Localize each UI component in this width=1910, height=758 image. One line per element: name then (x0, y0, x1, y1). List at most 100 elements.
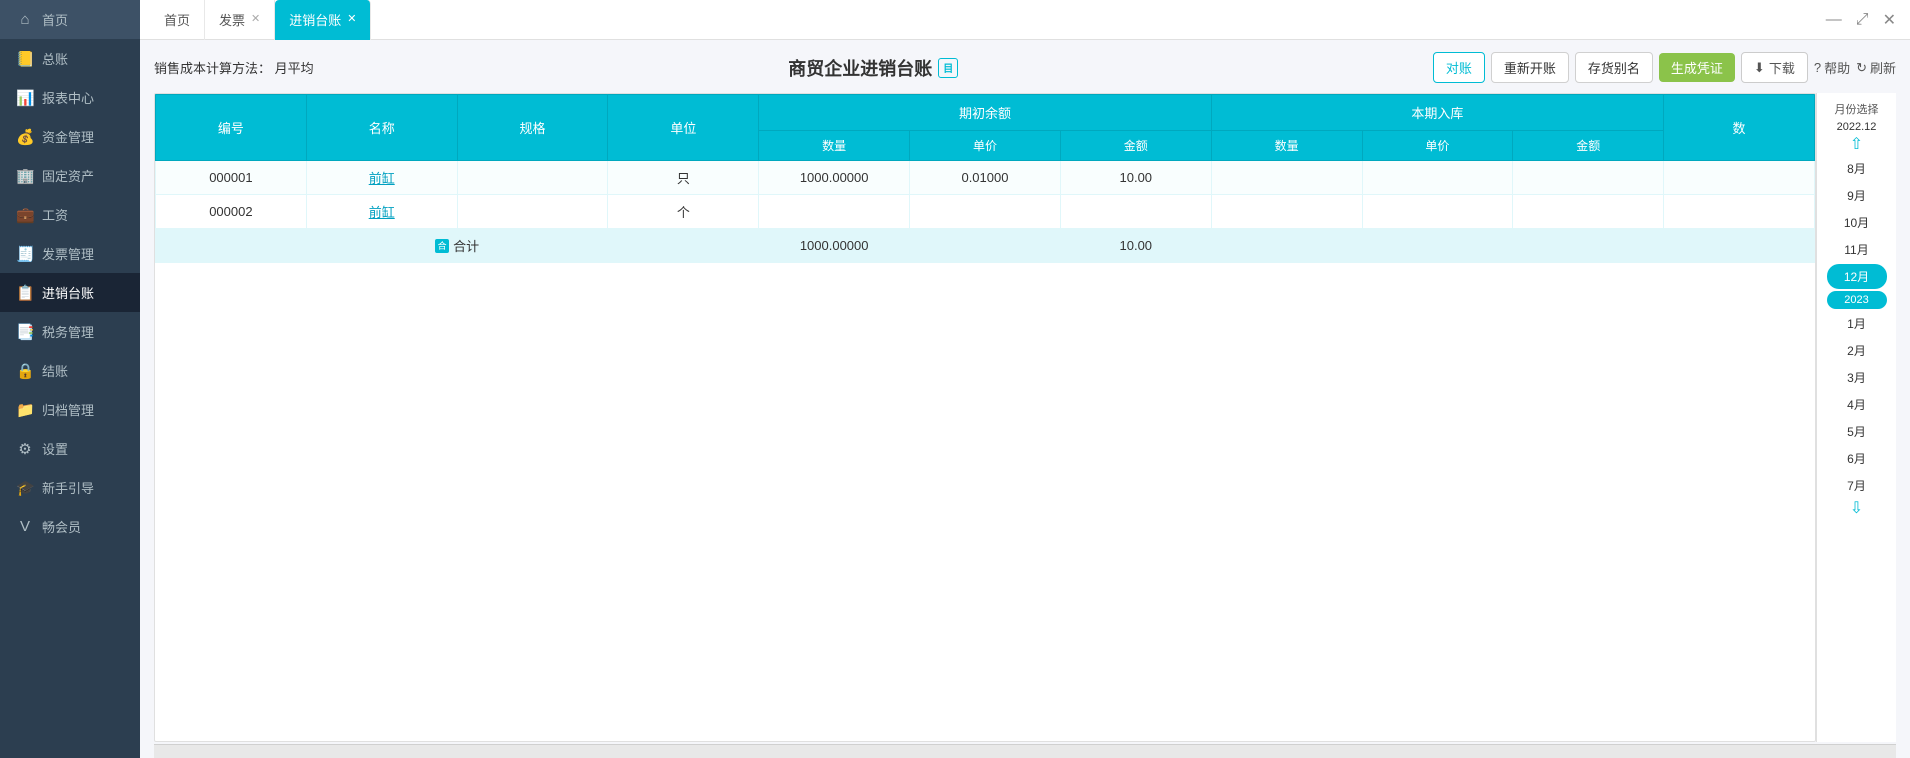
tab-label-purchase-sales-tab: 进销台账 (289, 10, 341, 29)
sidebar-item-home[interactable]: ⌂首页 (0, 0, 140, 39)
month-item-5月[interactable]: 5月 (1827, 419, 1887, 444)
scroll-down-btn[interactable]: ⇩ (1850, 499, 1863, 519)
title-info-icon[interactable]: 目 (938, 58, 958, 78)
sidebar-item-invoice-mgmt[interactable]: 🧾 发票管理 (0, 234, 140, 273)
month-item-2月[interactable]: 2月 (1827, 338, 1887, 363)
col-open-qty: 数量 (759, 131, 910, 161)
table-wrapper: 编号 名称 规格 单位 期初余额 本期入库 数 数量 单价 (154, 93, 1816, 742)
download-button[interactable]: ⬇下载 (1741, 52, 1808, 83)
sidebar-item-wages[interactable]: 💼工资 (0, 195, 140, 234)
sidebar-icon-close: 🔒 (16, 362, 34, 380)
save-alias-button[interactable]: 存货别名 (1575, 52, 1653, 83)
sidebar-label-tax: 税务管理 (42, 322, 94, 341)
sidebar-item-purchase-sales[interactable]: 📋进销台账 (0, 273, 140, 312)
sidebar-icon-purchase-sales: 📋 (16, 284, 34, 302)
reset-button[interactable]: 重新开账 (1491, 52, 1569, 83)
sidebar-item-tax[interactable]: 📑 税务管理 (0, 312, 140, 351)
sidebar-label-invoice-mgmt: 发票管理 (42, 244, 94, 263)
col-in-price: 单价 (1362, 131, 1513, 161)
sidebar-label-archive: 归档管理 (42, 400, 94, 419)
col-spec: 规格 (457, 95, 608, 161)
sidebar-label-ledger: 总账 (42, 49, 68, 68)
page-content: 销售成本计算方法： 月平均 商贸企业进销台账 目 对账重新开账存货别名生成凭证⬇… (140, 40, 1910, 758)
cell-in-qty (1211, 195, 1362, 229)
col-extra: 数 (1664, 95, 1815, 161)
content-area: 销售成本计算方法： 月平均 商贸企业进销台账 目 对账重新开账存货别名生成凭证⬇… (140, 40, 1910, 758)
month-item-4月[interactable]: 4月 (1827, 392, 1887, 417)
sidebar-item-settings[interactable]: ⚙ 设置 (0, 429, 140, 468)
col-open-price: 单价 (910, 131, 1061, 161)
tab-invoice-tab[interactable]: 发票 ✕ (205, 0, 275, 40)
table-row: 000001 前缸 只 1000.00000 0.01000 10.00 (156, 161, 1815, 195)
sidebar-item-ledger[interactable]: 📒 总账 (0, 39, 140, 78)
year-badge-2023: 2023 (1827, 291, 1887, 309)
total-open-price (910, 229, 1061, 263)
close-button[interactable]: ✕ (1879, 6, 1900, 34)
year-label-2022: 2022.12 (1837, 119, 1877, 135)
help-button[interactable]: ?帮助 (1814, 58, 1850, 77)
sidebar-icon-archive: 📁 (16, 401, 34, 419)
duizhang-button[interactable]: 对账 (1433, 52, 1485, 83)
month-item-6月[interactable]: 6月 (1827, 446, 1887, 471)
sidebar-item-assets[interactable]: 🏢 固定资产 (0, 156, 140, 195)
month-item-11月[interactable]: 11月 (1827, 237, 1887, 262)
month-item-12月[interactable]: 12月 (1827, 264, 1887, 289)
cell-name[interactable]: 前缸 (306, 195, 457, 229)
cell-code: 000002 (156, 195, 307, 229)
tab-label-home-tab: 首页 (164, 10, 190, 29)
total-open-qty: 1000.00000 (759, 229, 910, 263)
sidebar-item-funds[interactable]: 💰 资金管理 (0, 117, 140, 156)
sidebar-icon-assets: 🏢 (16, 167, 34, 185)
month-item-8月[interactable]: 8月 (1827, 156, 1887, 181)
total-in-price (1362, 229, 1513, 263)
sidebar-icon-funds: 💰 (16, 128, 34, 146)
tab-close-invoice-tab[interactable]: ✕ (251, 14, 260, 25)
maximize-button[interactable]: ⤢ (1852, 6, 1873, 34)
tab-home-tab[interactable]: 首页 (150, 0, 205, 40)
sidebar-label-funds: 资金管理 (42, 127, 94, 146)
sidebar-item-reports[interactable]: 📊 报表中心 (0, 78, 140, 117)
month-item-1月[interactable]: 1月 (1827, 311, 1887, 336)
scroll-up-btn[interactable]: ⇧ (1850, 135, 1863, 155)
tab-close-purchase-sales-tab[interactable]: ✕ (347, 14, 356, 25)
sidebar-item-member[interactable]: V畅会员 (0, 507, 140, 546)
cell-in-amount (1513, 195, 1664, 229)
generate-voucher-button[interactable]: 生成凭证 (1659, 53, 1735, 82)
total-label-cell: 合 合计 (156, 229, 759, 263)
refresh-button[interactable]: ↻刷新 (1856, 58, 1896, 77)
month-item-10月[interactable]: 10月 (1827, 210, 1887, 235)
action-buttons: 对账重新开账存货别名生成凭证⬇下载 ?帮助 ↻刷新 (1433, 52, 1896, 83)
sidebar-icon-tax: 📑 (16, 323, 34, 341)
sidebar-label-assets: 固定资产 (42, 166, 94, 185)
sidebar-item-guide[interactable]: 🎓 新手引导 (0, 468, 140, 507)
cell-open-amount (1060, 195, 1211, 229)
tab-purchase-sales-tab[interactable]: 进销台账 ✕ (275, 0, 371, 40)
sidebar-icon-guide: 🎓 (16, 479, 34, 497)
sidebar-icon-ledger: 📒 (16, 50, 34, 68)
sidebar-icon-invoice-mgmt: 🧾 (16, 245, 34, 263)
table-row: 000002 前缸 个 (156, 195, 1815, 229)
minimize-button[interactable]: — (1822, 6, 1846, 34)
bottom-scrollbar[interactable] (154, 744, 1896, 758)
col-inbound: 本期入库 (1211, 95, 1663, 131)
sidebar-icon-reports: 📊 (16, 89, 34, 107)
month-item-7月[interactable]: 7月 (1827, 473, 1887, 498)
col-unit: 单位 (608, 95, 759, 161)
cell-in-amount (1513, 161, 1664, 195)
cell-unit: 只 (608, 161, 759, 195)
sidebar-label-guide: 新手引导 (42, 478, 94, 497)
sidebar-label-reports: 报表中心 (42, 88, 94, 107)
cell-in-price (1362, 195, 1513, 229)
sidebar-label-wages: 工资 (42, 205, 68, 224)
sidebar-label-settings: 设置 (42, 439, 68, 458)
col-in-amount: 金额 (1513, 131, 1664, 161)
top-bar: 销售成本计算方法： 月平均 商贸企业进销台账 目 对账重新开账存货别名生成凭证⬇… (154, 52, 1896, 83)
cell-open-price (910, 195, 1061, 229)
sidebar-item-close[interactable]: 🔒结账 (0, 351, 140, 390)
month-item-9月[interactable]: 9月 (1827, 183, 1887, 208)
cell-name[interactable]: 前缸 (306, 161, 457, 195)
sidebar-item-archive[interactable]: 📁 归档管理 (0, 390, 140, 429)
month-item-3月[interactable]: 3月 (1827, 365, 1887, 390)
sidebar-icon-settings: ⚙ (16, 440, 34, 458)
cost-method-label: 销售成本计算方法： 月平均 (154, 58, 314, 77)
